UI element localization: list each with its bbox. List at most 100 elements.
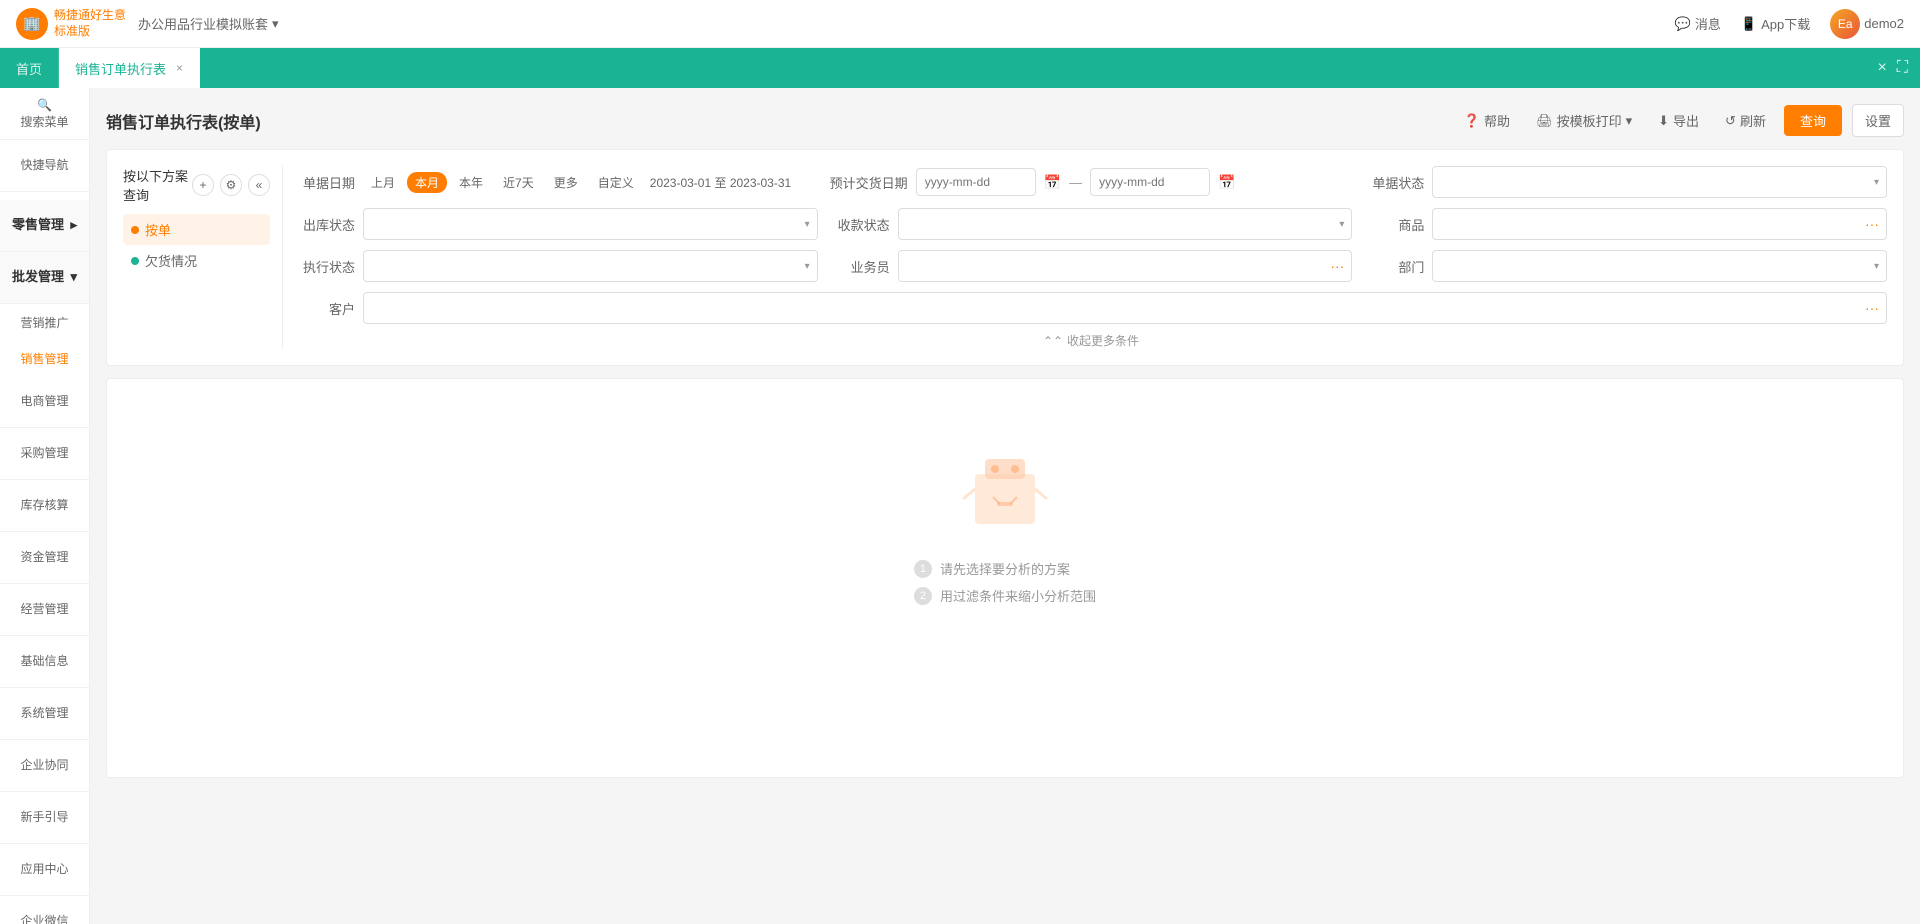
sidebar-item-corp-wechat[interactable]: 企业微信 <box>0 896 89 924</box>
calendar-icon-start[interactable]: 📅 <box>1044 174 1061 191</box>
filter-group-goods: 商品 ··· <box>1364 208 1887 240</box>
chevron-down-icon: ▾ <box>1626 113 1633 129</box>
filter-row-2: 出库状态 ▾ 收款状态 ▾ <box>295 208 1887 240</box>
sidebar-item-ops-mgmt[interactable]: 经营管理 <box>0 584 89 636</box>
page-title: 销售订单执行表(按单) <box>106 109 261 133</box>
window-close-icon[interactable]: × <box>1877 59 1886 77</box>
header-left: 🏢 畅捷通好生意 标准版 办公用品行业模拟账套 ▾ <box>16 8 279 40</box>
filter-group-exec-status: 执行状态 ▾ <box>295 250 818 282</box>
tab-home[interactable]: 首页 <box>0 48 59 88</box>
expected-date-end-input[interactable] <box>1090 168 1210 196</box>
date-tab-last-month[interactable]: 上月 <box>363 172 403 193</box>
filter-panel: 按以下方案查询 + ⚙ « 按单 欠货情况 <box>106 149 1904 366</box>
help-button[interactable]: ❓ 帮助 <box>1456 107 1518 134</box>
sidebar-item-inventory[interactable]: 库存核算 <box>0 480 89 532</box>
tip-num-2: 2 <box>914 587 932 605</box>
download-icon: 📱 <box>1741 16 1757 32</box>
sidebar-item-retail-mgmt[interactable]: 零售管理 ▸ <box>0 200 89 252</box>
scheme-actions: + ⚙ « <box>192 174 270 196</box>
logo-icon: 🏢 <box>16 8 48 40</box>
date-tab-more[interactable]: 更多 <box>546 172 586 193</box>
date-tab-this-month[interactable]: 本月 <box>407 172 447 193</box>
date-label: 单据日期 <box>295 173 355 192</box>
filter-row-4: 客户 ··· <box>295 292 1887 324</box>
expected-date-label: 预计交货日期 <box>830 173 908 192</box>
receipt-status-label: 收款状态 <box>830 215 890 234</box>
scheme-item-receivable[interactable]: 欠货情况 <box>123 245 270 276</box>
date-tab-7days[interactable]: 近7天 <box>495 172 542 193</box>
fullscreen-icon[interactable]: ⛶ <box>1897 59 1908 77</box>
sidebar-item-sales-mgmt[interactable]: 销售管理 <box>0 340 89 376</box>
main-layout: 🔍 搜索菜单 快捷导航 零售管理 ▸ 批发管理 ▾ 营销推广 销售管理 电商管理… <box>0 88 1920 924</box>
logo-text: 畅捷通好生意 标准版 <box>54 8 126 39</box>
out-status-input[interactable] <box>363 208 818 240</box>
download-action[interactable]: 📱 App下载 <box>1741 14 1810 33</box>
logo-area: 🏢 畅捷通好生意 标准版 <box>16 8 126 40</box>
scheme-item-press-order[interactable]: 按单 <box>123 214 270 245</box>
receipt-status-input[interactable] <box>898 208 1353 240</box>
sidebar: 🔍 搜索菜单 快捷导航 零售管理 ▸ 批发管理 ▾ 营销推广 销售管理 电商管理… <box>0 88 90 924</box>
message-action[interactable]: 💬 消息 <box>1675 14 1721 33</box>
sidebar-item-purchase-mgmt[interactable]: 采购管理 <box>0 428 89 480</box>
tab-bar-actions: × ⛶ <box>1865 48 1920 88</box>
sidebar-item-marketing[interactable]: 营销推广 <box>0 304 89 340</box>
scheme-settings-button[interactable]: ⚙ <box>220 174 242 196</box>
doc-status-input[interactable] <box>1432 166 1887 198</box>
date-range-display: 2023-03-01 至 2023-03-31 <box>650 174 791 191</box>
app-selector[interactable]: 办公用品行业模拟账套 ▾ <box>138 14 279 33</box>
date-tab-custom[interactable]: 自定义 <box>590 172 642 193</box>
query-button[interactable]: 查询 <box>1784 105 1842 136</box>
tab-close-icon[interactable]: × <box>176 61 183 75</box>
salesperson-select-wrapper: ··· <box>898 250 1353 282</box>
filter-group-out-status: 出库状态 ▾ <box>295 208 818 240</box>
customer-select-wrapper: ··· <box>363 292 1887 324</box>
doc-status-label: 单据状态 <box>1364 173 1424 192</box>
dept-input[interactable] <box>1432 250 1887 282</box>
salesperson-label: 业务员 <box>830 257 890 276</box>
settings-button[interactable]: 设置 <box>1852 104 1904 137</box>
sidebar-item-system-mgmt[interactable]: 系统管理 <box>0 688 89 740</box>
dept-label: 部门 <box>1364 257 1424 276</box>
scheme-dot <box>131 226 139 234</box>
empty-tips: 1 请先选择要分析的方案 2 用过滤条件来缩小分析范围 <box>914 559 1096 605</box>
scheme-dot-sub <box>131 257 139 265</box>
tip-num-1: 1 <box>914 560 932 578</box>
sidebar-item-wholesale-mgmt[interactable]: 批发管理 ▾ <box>0 252 89 304</box>
export-button[interactable]: ⬇ 导出 <box>1650 107 1707 134</box>
salesperson-input[interactable] <box>898 250 1353 282</box>
empty-state: 1 请先选择要分析的方案 2 用过滤条件来缩小分析范围 <box>107 379 1903 665</box>
filter-rows: 单据日期 上月 本月 本年 近7天 更多 自定义 <box>295 166 1887 324</box>
filter-fields: 单据日期 上月 本月 本年 近7天 更多 自定义 <box>295 166 1887 349</box>
sidebar-item-app-center[interactable]: 应用中心 <box>0 844 89 896</box>
help-icon: ❓ <box>1464 113 1480 129</box>
goods-label: 商品 <box>1364 215 1424 234</box>
page-actions: ❓ 帮助 🖨 按模板打印 ▾ ⬇ 导出 ↺ 刷新 查询 <box>1456 104 1904 137</box>
collapse-bar[interactable]: ⌃⌃ 收起更多条件 <box>295 324 1887 349</box>
sidebar-item-new-user[interactable]: 新手引导 <box>0 792 89 844</box>
refresh-icon: ↺ <box>1725 113 1736 129</box>
calendar-icon-end[interactable]: 📅 <box>1218 174 1235 191</box>
customer-input[interactable] <box>363 292 1887 324</box>
tab-sales-order-exec[interactable]: 销售订单执行表 × <box>59 48 200 88</box>
scheme-add-button[interactable]: + <box>192 174 214 196</box>
chevron-down-icon: ▾ <box>70 268 77 286</box>
top-header: 🏢 畅捷通好生意 标准版 办公用品行业模拟账套 ▾ 💬 消息 📱 App下载 E… <box>0 0 1920 48</box>
sidebar-item-corp-collab[interactable]: 企业协同 <box>0 740 89 792</box>
empty-tip-1: 1 请先选择要分析的方案 <box>914 559 1096 578</box>
sidebar-item-finance-mgmt[interactable]: 资金管理 <box>0 532 89 584</box>
scheme-collapse-button[interactable]: « <box>248 174 270 196</box>
sidebar-item-ecom-mgmt[interactable]: 电商管理 <box>0 376 89 428</box>
refresh-button[interactable]: ↺ 刷新 <box>1717 107 1774 134</box>
date-tab-this-year[interactable]: 本年 <box>451 172 491 193</box>
user-menu[interactable]: Ea demo2 <box>1830 9 1904 39</box>
print-button[interactable]: 🖨 按模板打印 ▾ <box>1528 107 1640 134</box>
sidebar-item-quick-nav[interactable]: 快捷导航 <box>0 140 89 192</box>
goods-input[interactable] <box>1432 208 1887 240</box>
search-icon: 🔍 <box>37 97 52 114</box>
sidebar-item-basic-info[interactable]: 基础信息 <box>0 636 89 688</box>
dept-select-wrapper: ▾ <box>1432 250 1887 282</box>
out-status-label: 出库状态 <box>295 215 355 234</box>
expected-date-start-input[interactable] <box>916 168 1036 196</box>
exec-status-input[interactable] <box>363 250 818 282</box>
sidebar-item-search[interactable]: 🔍 搜索菜单 <box>0 88 89 140</box>
